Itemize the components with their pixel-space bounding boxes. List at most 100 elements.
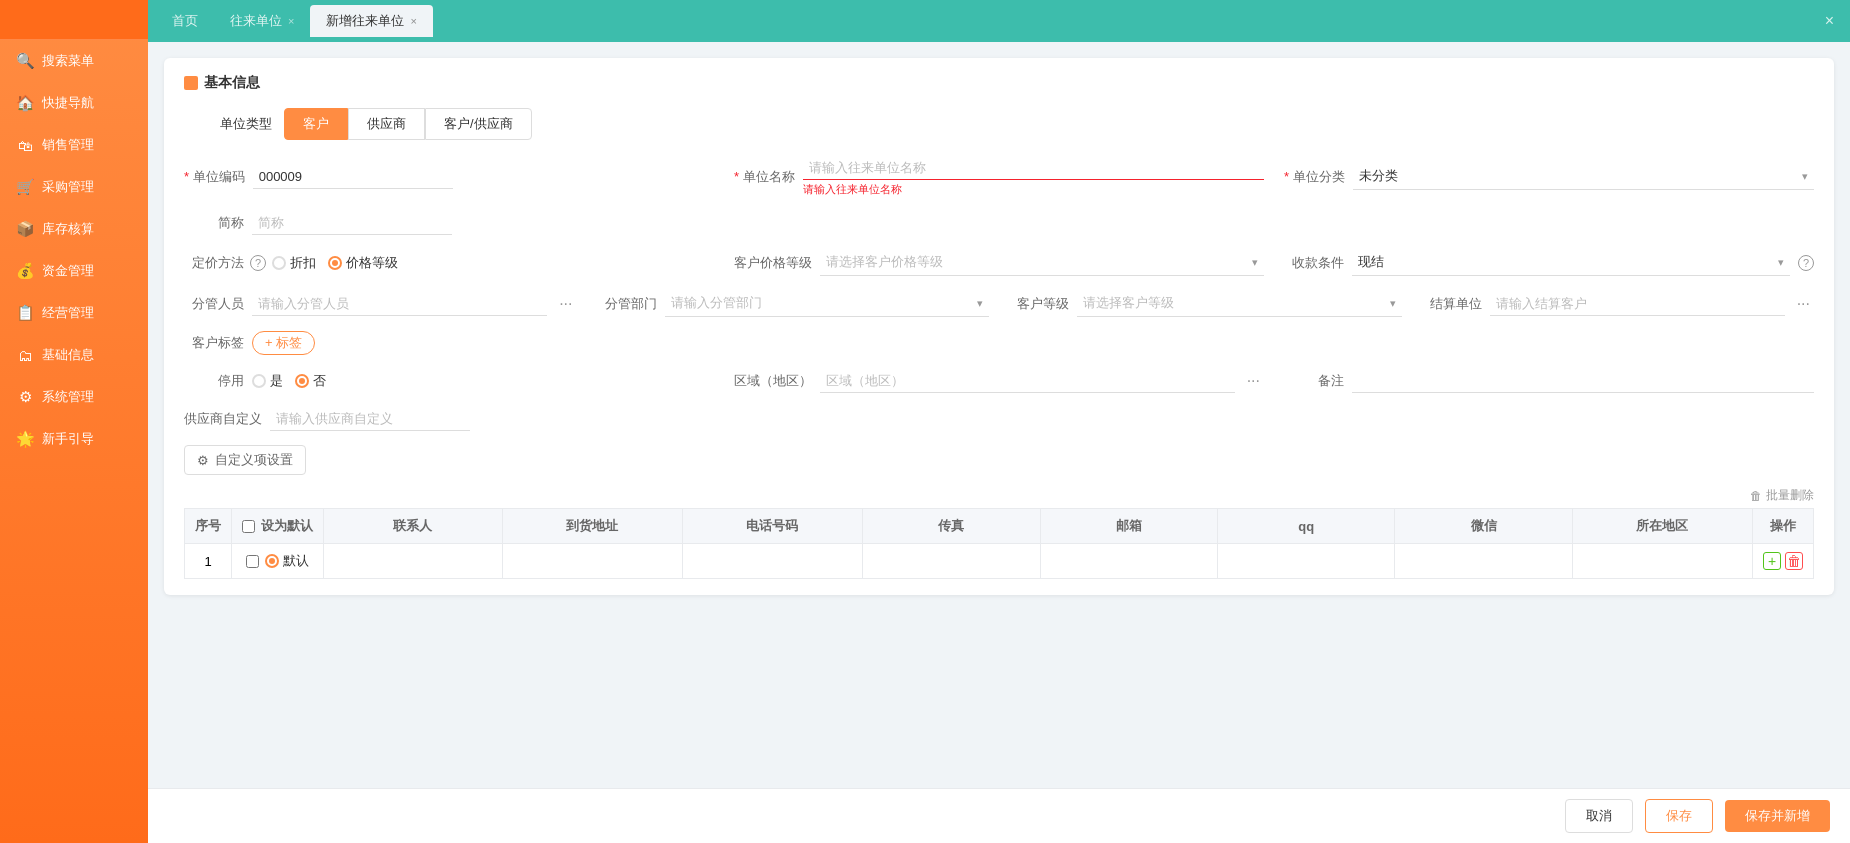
pricing-discount-radio[interactable]: 折扣 <box>272 254 316 272</box>
settlement-label: 结算单位 <box>1422 295 1482 313</box>
payment-help-icon[interactable]: ? <box>1798 255 1814 271</box>
row-no: 1 <box>185 544 232 579</box>
unit-category-label: 单位分类 <box>1284 168 1345 186</box>
tab-home[interactable]: 首页 <box>156 5 214 37</box>
pricing-help-icon[interactable]: ? <box>250 255 266 271</box>
row-email[interactable] <box>1040 544 1218 579</box>
supplier-type-btn[interactable]: 供应商 <box>348 108 425 140</box>
row-wechat[interactable] <box>1395 544 1573 579</box>
sidebar-item-finance[interactable]: 💰 资金管理 <box>0 250 148 292</box>
col-default: 设为默认 <box>232 509 324 544</box>
department-select[interactable]: 请输入分管部门 ▾ <box>665 290 990 317</box>
sidebar-item-purchase[interactable]: 🛒 采购管理 <box>0 166 148 208</box>
cancel-button[interactable]: 取消 <box>1565 799 1633 833</box>
row-region-input[interactable] <box>1583 554 1742 569</box>
sidebar-system-label: 系统管理 <box>42 388 94 406</box>
tab-transaction-close[interactable]: × <box>288 15 294 27</box>
row-region[interactable] <box>1572 544 1752 579</box>
manager-label: 分管人员 <box>184 295 244 313</box>
sidebar-item-search[interactable]: 🔍 搜索菜单 <box>0 40 148 82</box>
row-action: + 🗑 <box>1752 544 1813 579</box>
both-type-btn[interactable]: 客户/供应商 <box>425 108 532 140</box>
row-contact[interactable] <box>324 544 503 579</box>
level-radio-label: 价格等级 <box>346 254 398 272</box>
sidebar-item-sales[interactable]: 🛍 销售管理 <box>0 124 148 166</box>
row-checkbox[interactable] <box>246 555 259 568</box>
footer-bar: 取消 保存 保存并新增 <box>148 788 1850 843</box>
sidebar-item-system[interactable]: ⚙ 系统管理 <box>0 376 148 418</box>
region-input[interactable] <box>820 369 1235 393</box>
row-address[interactable] <box>502 544 682 579</box>
settlement-input[interactable] <box>1490 292 1785 316</box>
qq-input[interactable] <box>1228 554 1384 569</box>
save-new-button[interactable]: 保存并新增 <box>1725 800 1830 832</box>
settlement-more-icon[interactable]: ··· <box>1793 295 1814 313</box>
col-contact: 联系人 <box>324 509 503 544</box>
sidebar-item-guide[interactable]: 🌟 新手引导 <box>0 418 148 460</box>
table-row: 1 默认 <box>185 544 1814 579</box>
add-row-button[interactable]: + <box>1763 552 1781 570</box>
add-tag-button[interactable]: + 标签 <box>252 331 315 355</box>
tab-new-transaction-close[interactable]: × <box>410 15 416 27</box>
default-radio[interactable]: 默认 <box>265 552 309 570</box>
contact-input[interactable] <box>334 554 492 569</box>
wechat-input[interactable] <box>1405 554 1562 569</box>
window-close-button[interactable]: × <box>1817 12 1842 30</box>
col-action: 操作 <box>1752 509 1813 544</box>
guide-icon: 🌟 <box>16 430 34 448</box>
payment-terms-label: 收款条件 <box>1284 254 1344 272</box>
tab-new-transaction[interactable]: 新增往来单位 × <box>310 5 432 37</box>
short-name-input[interactable] <box>252 211 452 235</box>
select-all-checkbox[interactable] <box>242 520 255 533</box>
manager-more-icon[interactable]: ··· <box>555 295 576 313</box>
pricing-level-radio[interactable]: 价格等级 <box>328 254 398 272</box>
customer-price-level-select[interactable]: 请选择客户价格等级 ▾ <box>820 249 1264 276</box>
phone-input[interactable] <box>693 554 852 569</box>
search-icon: 🔍 <box>16 52 34 70</box>
sidebar-item-operations[interactable]: 📋 经营管理 <box>0 292 148 334</box>
payment-terms-select[interactable]: 现结 ▾ <box>1352 249 1790 276</box>
discount-radio-label: 折扣 <box>290 254 316 272</box>
tab-transaction[interactable]: 往来单位 × <box>214 5 310 37</box>
gear-icon: ⚙ <box>197 453 209 468</box>
disable-radio-group: 是 否 <box>252 372 326 390</box>
form-row-short-name: 简称 <box>184 211 1814 235</box>
no-radio-circle <box>295 374 309 388</box>
disable-no-radio[interactable]: 否 <box>295 372 326 390</box>
customer-level-select[interactable]: 请选择客户等级 ▾ <box>1077 290 1402 317</box>
email-input[interactable] <box>1051 554 1208 569</box>
row-fax[interactable] <box>862 544 1040 579</box>
address-input[interactable] <box>513 554 672 569</box>
batch-delete-button[interactable]: 🗑 批量删除 <box>184 487 1814 504</box>
row-phone[interactable] <box>682 544 862 579</box>
discount-radio-circle <box>272 256 286 270</box>
sidebar-item-quick-nav[interactable]: 🏠 快捷导航 <box>0 82 148 124</box>
disable-yes-radio[interactable]: 是 <box>252 372 283 390</box>
region-more-icon[interactable]: ··· <box>1243 372 1264 390</box>
section-title-text: 基本信息 <box>204 74 260 92</box>
save-button[interactable]: 保存 <box>1645 799 1713 833</box>
sidebar-item-basic-info[interactable]: 🗂 基础信息 <box>0 334 148 376</box>
customer-type-btn[interactable]: 客户 <box>284 108 348 140</box>
delete-row-button[interactable]: 🗑 <box>1785 552 1803 570</box>
row-qq[interactable] <box>1218 544 1395 579</box>
sidebar-logo <box>0 0 148 40</box>
fax-input[interactable] <box>873 554 1030 569</box>
supplier-custom-input[interactable] <box>270 407 470 431</box>
contact-table: 序号 设为默认 联系人 到货地址 电话号码 传真 邮箱 <box>184 508 1814 579</box>
sidebar-item-inventory[interactable]: 📦 库存核算 <box>0 208 148 250</box>
department-placeholder: 请输入分管部门 <box>671 294 762 312</box>
unit-code-col: 单位编码 <box>184 165 714 189</box>
unit-name-error: 请输入往来单位名称 <box>803 182 1264 197</box>
manager-col: 分管人员 ··· <box>184 292 577 316</box>
sidebar-search-label: 搜索菜单 <box>42 52 94 70</box>
sales-icon: 🛍 <box>16 136 34 154</box>
batch-delete-label: 批量删除 <box>1766 487 1814 504</box>
unit-name-input[interactable] <box>803 156 1264 180</box>
supplier-custom-col: 供应商自定义 <box>184 407 1814 431</box>
custom-settings-button[interactable]: ⚙ 自定义项设置 <box>184 445 306 475</box>
unit-category-select[interactable]: 未分类 ▾ <box>1353 163 1814 190</box>
remark-input[interactable] <box>1352 369 1814 393</box>
manager-input[interactable] <box>252 292 547 316</box>
unit-code-input[interactable] <box>253 165 453 189</box>
